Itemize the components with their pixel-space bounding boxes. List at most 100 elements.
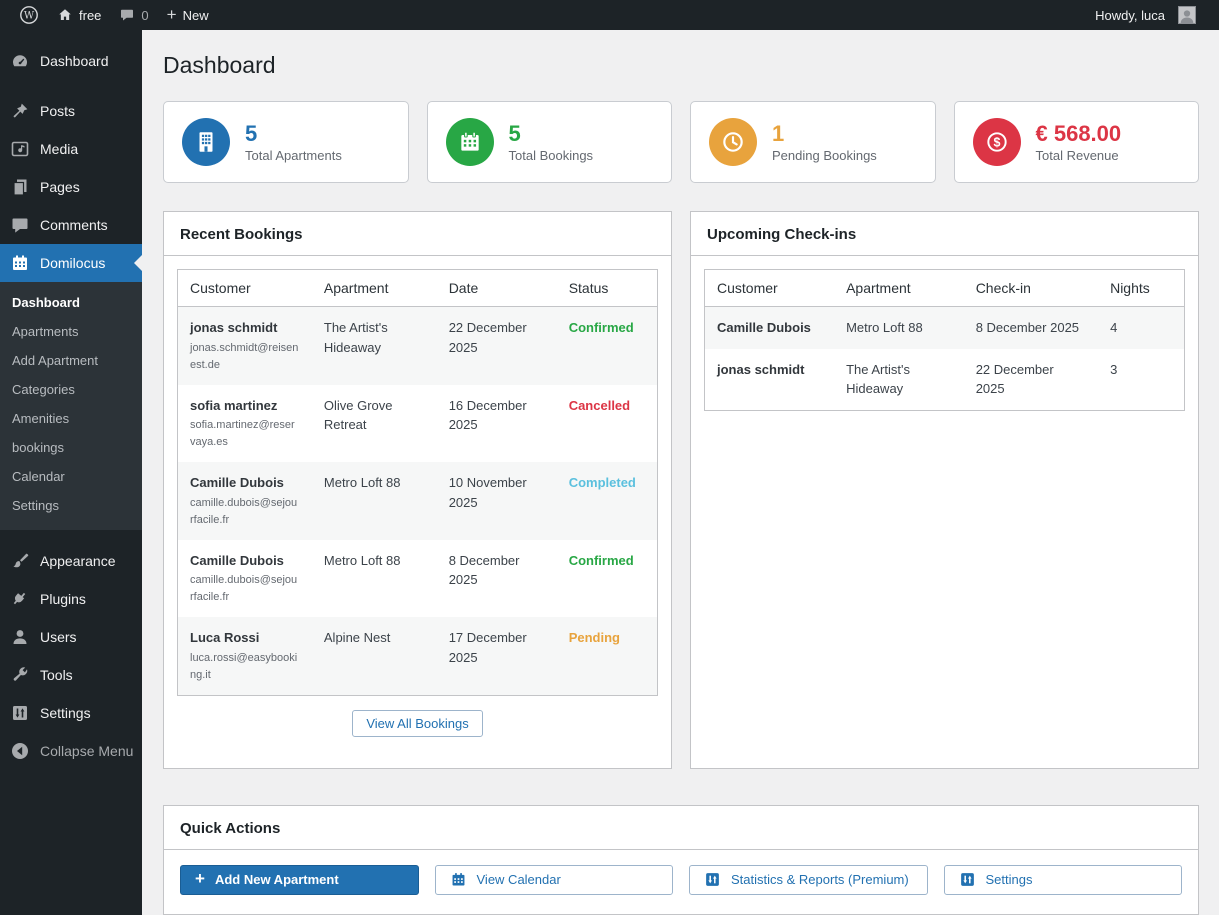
column-header: Status: [557, 270, 658, 307]
recent-bookings-panel: Recent Bookings Customer Apartment Date …: [163, 211, 672, 769]
building-icon: [182, 118, 230, 166]
customer-cell: sofia martinezsofia.martinez@reservaya.e…: [178, 385, 312, 463]
date-cell: 8 December 2025: [437, 540, 557, 618]
submenu-item-bookings[interactable]: bookings: [0, 433, 142, 462]
sidebar-item-posts[interactable]: Posts: [0, 92, 142, 130]
settings-button[interactable]: Settings: [944, 865, 1183, 895]
apartment-cell: The Artist's Hideaway: [312, 307, 437, 385]
status-cell: Cancelled: [557, 385, 658, 463]
sidebar-label: Collapse Menu: [40, 743, 133, 759]
apartment-cell: Metro Loft 88: [312, 540, 437, 618]
recent-bookings-table: Customer Apartment Date Status jonas sch…: [177, 269, 658, 696]
column-header: Customer: [178, 270, 312, 307]
sidebar-item-domilocus[interactable]: Domilocus: [0, 244, 142, 282]
sidebar-item-users[interactable]: Users: [0, 618, 142, 656]
status-cell: Confirmed: [557, 540, 658, 618]
table-row: sofia martinezsofia.martinez@reservaya.e…: [178, 385, 658, 463]
status-badge: Pending: [569, 630, 620, 645]
comments-bubble[interactable]: 0: [110, 0, 157, 30]
view-all-bookings-button[interactable]: View All Bookings: [352, 710, 482, 737]
add-new-apartment-button[interactable]: + Add New Apartment: [180, 865, 419, 895]
date-cell: 16 December 2025: [437, 385, 557, 463]
site-menu[interactable]: free: [48, 0, 110, 30]
sidebar-item-tools[interactable]: Tools: [0, 656, 142, 694]
stat-card-pending-bookings: 1 Pending Bookings: [690, 101, 936, 183]
pin-icon: [10, 101, 30, 121]
stat-card-total-bookings: 5 Total Bookings: [427, 101, 673, 183]
checkin-cell: 22 December 2025: [964, 349, 1098, 411]
sidebar-item-plugins[interactable]: Plugins: [0, 580, 142, 618]
sidebar-label: Appearance: [40, 553, 116, 569]
date-cell: 22 December 2025: [437, 307, 557, 385]
sliders-icon: [10, 703, 30, 723]
stat-label: Total Apartments: [245, 148, 342, 163]
sidebar-label: Domilocus: [40, 255, 105, 271]
account-menu[interactable]: Howdy, luca: [1086, 0, 1205, 30]
sidebar-label: Posts: [40, 103, 75, 119]
wordpress-logo-icon[interactable]: W: [10, 0, 48, 30]
settings-icon: [704, 871, 721, 888]
sidebar-item-dashboard[interactable]: Dashboard: [0, 42, 142, 80]
view-calendar-button[interactable]: View Calendar: [435, 865, 674, 895]
page-title: Dashboard: [163, 46, 1199, 89]
submenu-item-amenities[interactable]: Amenities: [0, 404, 142, 433]
apartment-cell: Metro Loft 88: [312, 462, 437, 540]
plug-icon: [10, 589, 30, 609]
nights-cell: 4: [1098, 307, 1184, 349]
admin-sidebar: Dashboard Posts Media Pages Comments Dom…: [0, 30, 142, 915]
sidebar-item-collapse-menu[interactable]: Collapse Menu: [0, 732, 142, 770]
sidebar-label: Dashboard: [40, 53, 109, 69]
status-cell: Pending: [557, 617, 658, 695]
submenu-item-dashboard[interactable]: Dashboard: [0, 288, 142, 317]
panel-title: Upcoming Check-ins: [691, 212, 1198, 256]
customer-cell: jonas schmidt: [705, 349, 835, 411]
date-cell: 10 November 2025: [437, 462, 557, 540]
submenu-item-calendar[interactable]: Calendar: [0, 462, 142, 491]
wrench-icon: [10, 665, 30, 685]
new-label: New: [183, 8, 209, 23]
sidebar-item-pages[interactable]: Pages: [0, 168, 142, 206]
date-cell: 17 December 2025: [437, 617, 557, 695]
sidebar-label: Settings: [40, 705, 91, 721]
sidebar-item-comments[interactable]: Comments: [0, 206, 142, 244]
stat-label: Total Revenue: [1036, 148, 1122, 163]
comments-count: 0: [141, 8, 148, 23]
calendar-icon: [446, 118, 494, 166]
avatar: [1178, 6, 1196, 24]
button-label: Statistics & Reports (Premium): [731, 872, 909, 887]
new-content-menu[interactable]: + New: [158, 0, 218, 30]
panel-title: Quick Actions: [164, 806, 1198, 850]
statistics-reports-button[interactable]: Statistics & Reports (Premium): [689, 865, 928, 895]
submenu-item-apartments[interactable]: Apartments: [0, 317, 142, 346]
collapse-arrow-icon: [10, 741, 30, 761]
stat-value: € 568.00: [1036, 121, 1122, 146]
svg-text:$: $: [993, 136, 1000, 150]
column-header: Apartment: [834, 270, 964, 307]
upcoming-checkins-panel: Upcoming Check-ins Customer Apartment Ch…: [690, 211, 1199, 769]
current-menu-notch: [134, 255, 142, 271]
submenu-item-settings[interactable]: Settings: [0, 491, 142, 520]
sidebar-item-settings[interactable]: Settings: [0, 694, 142, 732]
column-header: Customer: [705, 270, 835, 307]
column-header: Check-in: [964, 270, 1098, 307]
sidebar-item-appearance[interactable]: Appearance: [0, 542, 142, 580]
button-label: Add New Apartment: [215, 872, 339, 887]
table-row: Camille Duboiscamille.dubois@sejourfacil…: [178, 540, 658, 618]
submenu-item-categories[interactable]: Categories: [0, 375, 142, 404]
domilocus-submenu: Dashboard Apartments Add Apartment Categ…: [0, 282, 142, 530]
sidebar-label: Media: [40, 141, 78, 157]
table-row: Camille Duboiscamille.dubois@sejourfacil…: [178, 462, 658, 540]
button-label: Settings: [986, 872, 1033, 887]
quick-actions-panel: Quick Actions + Add New Apartment View C…: [163, 805, 1199, 915]
sidebar-item-media[interactable]: Media: [0, 130, 142, 168]
plus-icon: +: [195, 870, 205, 887]
user-icon: [10, 627, 30, 647]
home-icon: [57, 7, 73, 23]
calendar-icon: [450, 871, 467, 888]
status-cell: Confirmed: [557, 307, 658, 385]
upcoming-checkins-table: Customer Apartment Check-in Nights Camil…: [704, 269, 1185, 411]
site-name: free: [79, 8, 101, 23]
status-badge: Cancelled: [569, 398, 630, 413]
main-content: Dashboard 5 Total Apartments 5 Total Boo…: [142, 30, 1219, 915]
submenu-item-add-apartment[interactable]: Add Apartment: [0, 346, 142, 375]
